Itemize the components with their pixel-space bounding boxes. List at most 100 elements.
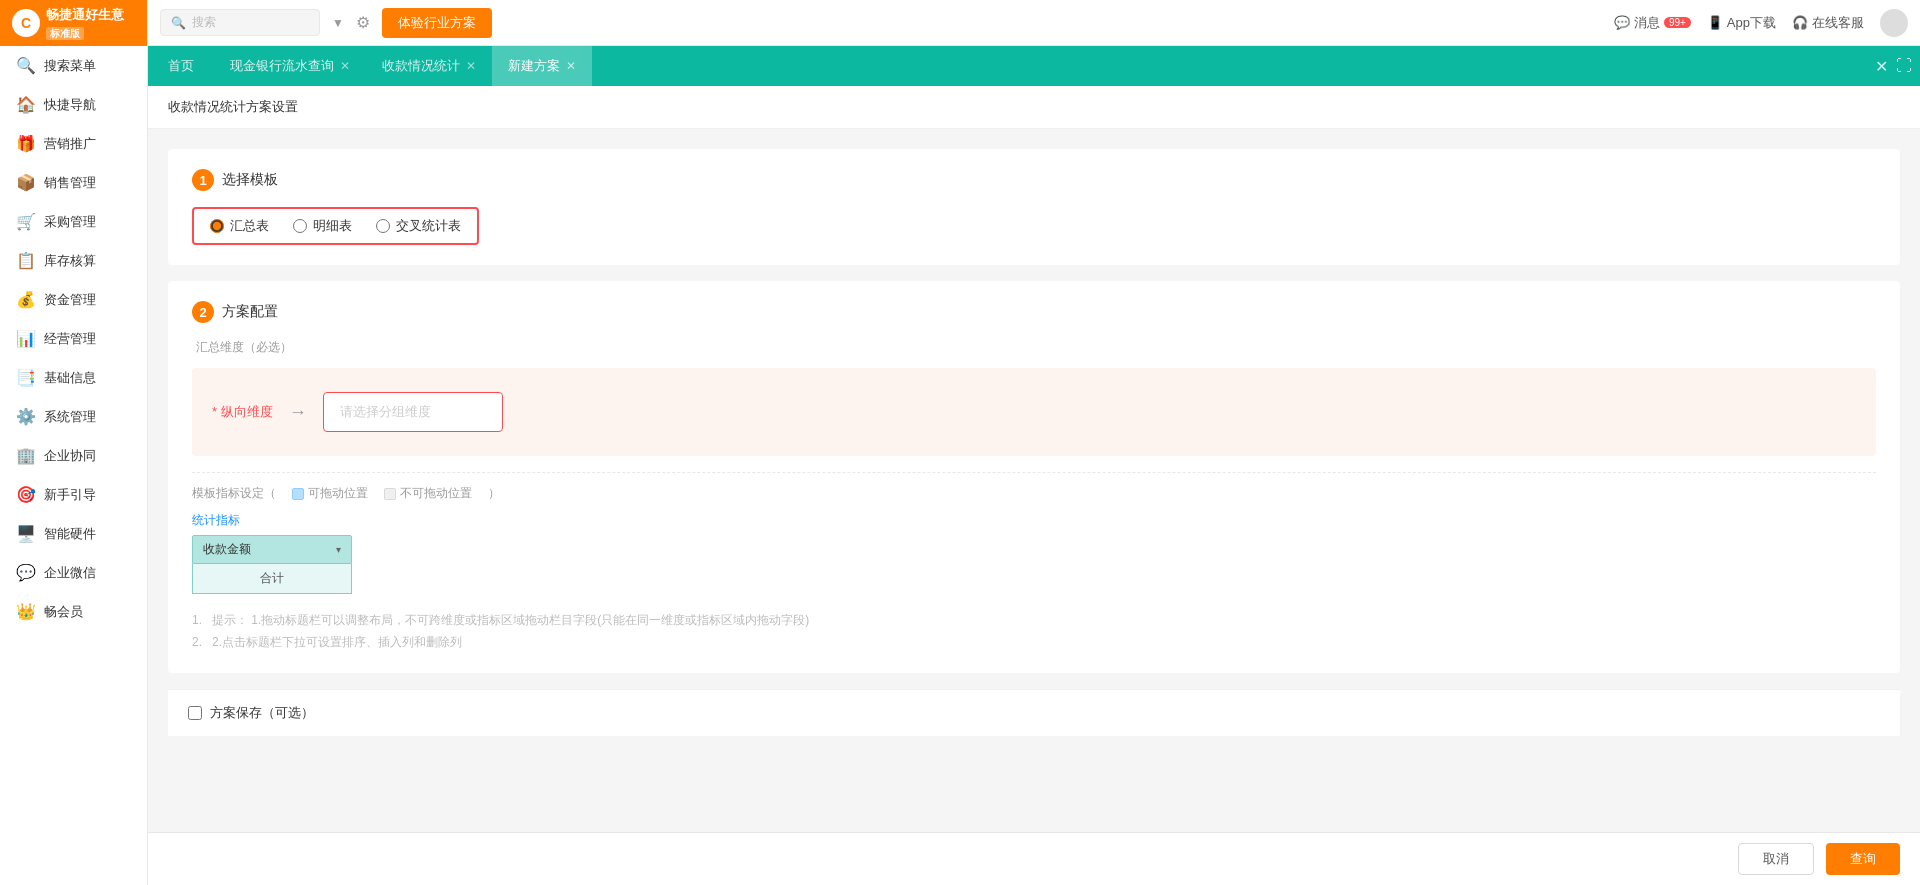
topbar-gear-icon[interactable]: ⚙: [356, 13, 370, 32]
headset-icon: 🎧: [1792, 15, 1808, 30]
sidebar-label-operation: 经营管理: [44, 330, 96, 348]
radio-detail[interactable]: 明细表: [293, 217, 352, 235]
sidebar-label-marketing: 营销推广: [44, 135, 96, 153]
step2-num: 2: [192, 301, 214, 323]
notification-icon: 💬: [1614, 15, 1630, 30]
tab-new-plan[interactable]: 新建方案 ✕: [492, 46, 592, 86]
chip-header-text: 收款金额: [203, 541, 251, 558]
sidebar-item-system[interactable]: ⚙️ 系统管理: [0, 397, 147, 436]
sidebar-item-search-menu[interactable]: 🔍 搜索菜单: [0, 46, 147, 85]
indicator-section: 模板指标设定（ 可拖动位置 不可拖动位置 ） 统计指标: [192, 485, 1876, 594]
weixin-icon: 💬: [16, 563, 36, 582]
draggable-tag: 可拖动位置: [292, 485, 368, 502]
tab-close-icon[interactable]: ✕: [1875, 57, 1888, 76]
sidebar-item-quick-nav[interactable]: 🏠 快捷导航: [0, 85, 147, 124]
dimension-section-text: 汇总维度（必选）: [196, 340, 292, 354]
form-body: 1 选择模板 汇总表 明细表 交叉统计表: [148, 129, 1920, 832]
dimension-arrow-icon: →: [289, 402, 307, 423]
topbar-search-box[interactable]: 🔍 搜索: [160, 9, 320, 36]
tab-bank-flow[interactable]: 现金银行流水查询 ✕: [214, 46, 366, 86]
tab-collection-stats-close[interactable]: ✕: [466, 59, 476, 73]
sidebar-item-weixin[interactable]: 💬 企业微信: [0, 553, 147, 592]
industry-btn[interactable]: 体验行业方案: [382, 8, 492, 38]
page-title: 收款情况统计方案设置: [168, 99, 298, 114]
sidebar-label-search-menu: 搜索菜单: [44, 57, 96, 75]
step1-num: 1: [192, 169, 214, 191]
not-draggable-dot: [384, 488, 396, 500]
step2-section: 2 方案配置 汇总维度（必选） * 纵向维度 → 请选择分组维度: [168, 281, 1900, 673]
dimension-area: * 纵向维度 → 请选择分组维度: [192, 368, 1876, 456]
sidebar: C 畅捷通好生意 标准版 🔍 搜索菜单 🏠 快捷导航 🎁 营销推广 📦 销售管理…: [0, 0, 148, 885]
topbar: 🔍 搜索 ▼ ⚙ 体验行业方案 💬 消息 99+ 📱 App下载 🎧 在线客服: [148, 0, 1920, 46]
tab-expand-icon[interactable]: ⛶: [1896, 57, 1912, 75]
radio-cross-input[interactable]: [376, 219, 390, 233]
chip-header[interactable]: 收款金额 ▾: [192, 535, 352, 564]
radio-cross-label: 交叉统计表: [396, 217, 461, 235]
sidebar-item-finance[interactable]: 💰 资金管理: [0, 280, 147, 319]
sidebar-label-system: 系统管理: [44, 408, 96, 426]
online-support-label: 在线客服: [1812, 14, 1864, 32]
notification-badge: 99+: [1664, 17, 1691, 28]
system-icon: ⚙️: [16, 407, 36, 426]
online-support-item[interactable]: 🎧 在线客服: [1792, 14, 1864, 32]
tab-bank-flow-label: 现金银行流水查询: [230, 57, 334, 75]
sidebar-item-basic-info[interactable]: 📑 基础信息: [0, 358, 147, 397]
step1-title: 1 选择模板: [192, 169, 1876, 191]
tips-area: 提示： 1.拖动标题栏可以调整布局，不可跨维度或指标区域拖动栏目字段(只能在同一…: [192, 610, 1876, 653]
basic-info-icon: 📑: [16, 368, 36, 387]
dimension-select[interactable]: 请选择分组维度: [323, 392, 503, 432]
page-header: 收款情况统计方案设置: [148, 86, 1920, 129]
notification-item[interactable]: 💬 消息 99+: [1614, 14, 1691, 32]
radio-summary-input[interactable]: [210, 219, 224, 233]
sidebar-item-inventory[interactable]: 📋 库存核算: [0, 241, 147, 280]
tab-new-plan-label: 新建方案: [508, 57, 560, 75]
dimension-section-label: 汇总维度（必选）: [192, 339, 1876, 356]
tab-collection-stats[interactable]: 收款情况统计 ✕: [366, 46, 492, 86]
radio-cross[interactable]: 交叉统计表: [376, 217, 461, 235]
sidebar-item-sales[interactable]: 📦 销售管理: [0, 163, 147, 202]
tip-2: 2.点击标题栏下拉可设置排序、插入列和删除列: [192, 632, 1876, 654]
sidebar-item-operation[interactable]: 📊 经营管理: [0, 319, 147, 358]
chip-body: 合计: [192, 564, 352, 594]
user-avatar[interactable]: [1880, 9, 1908, 37]
not-draggable-label: 不可拖动位置: [400, 485, 472, 502]
marketing-icon: 🎁: [16, 134, 36, 153]
tab-bank-flow-close[interactable]: ✕: [340, 59, 350, 73]
app-download-item[interactable]: 📱 App下载: [1707, 14, 1776, 32]
sidebar-label-finance: 资金管理: [44, 291, 96, 309]
tab-home[interactable]: 首页: [148, 46, 214, 86]
sidebar-item-marketing[interactable]: 🎁 营销推广: [0, 124, 147, 163]
sidebar-item-member[interactable]: 👑 畅会员: [0, 592, 147, 631]
sidebar-item-hardware[interactable]: 🖥️ 智能硬件: [0, 514, 147, 553]
sales-icon: 📦: [16, 173, 36, 192]
sidebar-item-purchase[interactable]: 🛒 采购管理: [0, 202, 147, 241]
sidebar-label-purchase: 采购管理: [44, 213, 96, 231]
sidebar-item-guide[interactable]: 🎯 新手引导: [0, 475, 147, 514]
indicator-config-text: 模板指标设定（: [192, 485, 276, 502]
save-section: 方案保存（可选）: [168, 689, 1900, 736]
purchase-icon: 🛒: [16, 212, 36, 231]
query-button[interactable]: 查询: [1826, 843, 1900, 875]
dimension-placeholder: 请选择分组维度: [340, 403, 431, 421]
radio-summary[interactable]: 汇总表: [210, 217, 269, 235]
save-checkbox[interactable]: [188, 706, 202, 720]
topbar-dropdown-arrow[interactable]: ▼: [332, 16, 344, 30]
search-menu-icon: 🔍: [16, 56, 36, 75]
topbar-right: 💬 消息 99+ 📱 App下载 🎧 在线客服: [1614, 9, 1908, 37]
sidebar-item-enterprise[interactable]: 🏢 企业协同: [0, 436, 147, 475]
sidebar-label-weixin: 企业微信: [44, 564, 96, 582]
radio-detail-input[interactable]: [293, 219, 307, 233]
radio-summary-label: 汇总表: [230, 217, 269, 235]
tab-new-plan-close[interactable]: ✕: [566, 59, 576, 73]
sidebar-label-member: 畅会员: [44, 603, 83, 621]
dimension-row: * 纵向维度 → 请选择分组维度: [212, 392, 1856, 432]
cancel-button[interactable]: 取消: [1738, 843, 1814, 875]
sidebar-label-inventory: 库存核算: [44, 252, 96, 270]
operation-icon: 📊: [16, 329, 36, 348]
chip-dropdown-icon[interactable]: ▾: [336, 544, 341, 555]
indicator-config-suffix: ）: [488, 485, 500, 502]
enterprise-icon: 🏢: [16, 446, 36, 465]
radio-detail-label: 明细表: [313, 217, 352, 235]
logo-icon: C: [12, 9, 40, 37]
step2-label: 方案配置: [222, 303, 278, 321]
